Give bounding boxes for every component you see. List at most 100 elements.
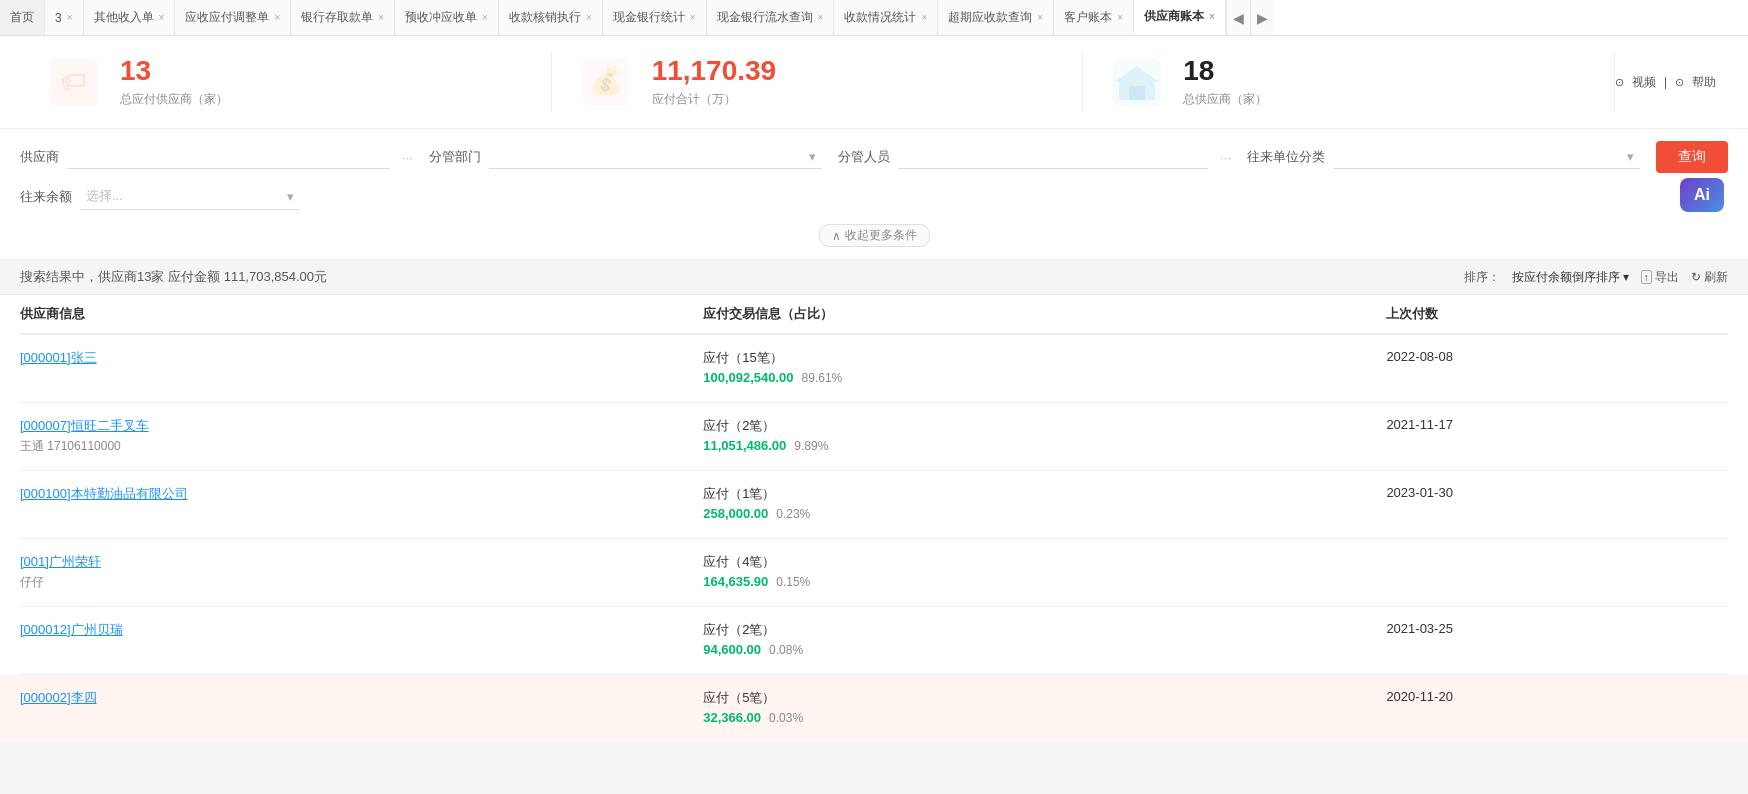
refresh-button[interactable]: ↻ 刷新 — [1691, 269, 1728, 286]
nav-tab-bank-close[interactable]: × — [378, 12, 384, 23]
nav-tab-cash-bank-flow-close[interactable]: × — [818, 12, 824, 23]
tx-amount-4[interactable]: 94,600.00 — [703, 642, 761, 657]
filter-item-balance: 往来余额 选择... ▾ — [20, 183, 300, 210]
video-icon: ⊙ — [1615, 76, 1624, 89]
svg-text:💰: 💰 — [590, 65, 623, 97]
nav-tab-prepay[interactable]: 预收冲应收单 × — [395, 0, 499, 35]
search-button[interactable]: 查询 — [1656, 141, 1728, 173]
tx-amount-2[interactable]: 258,000.00 — [703, 506, 768, 521]
table-row: [001]广州荣轩 仔仔 应付（4笔） 164,635.90 0.15% — [20, 539, 1728, 607]
nav-tab-cash-bank-stat-close[interactable]: × — [690, 12, 696, 23]
tx-percent-3: 0.15% — [776, 575, 810, 589]
nav-tab-supplier-ledger[interactable]: 供应商账本 × — [1134, 0, 1226, 35]
tx-label-2: 应付（1笔） — [703, 485, 775, 503]
nav-tab-home[interactable]: 首页 — [0, 0, 45, 35]
nav-tab-customer-ledger[interactable]: 客户账本 × — [1054, 0, 1134, 35]
nav-prev-arrow[interactable]: ◀ — [1226, 0, 1250, 36]
nav-tab-payment-stat-close[interactable]: × — [921, 12, 927, 23]
nav-tab-other-income-label: 其他收入单 — [94, 9, 154, 26]
nav-tab-supplier-ledger-close[interactable]: × — [1209, 11, 1215, 22]
nav-tab-customer-ledger-close[interactable]: × — [1117, 12, 1123, 23]
nav-tab-other-income[interactable]: 其他收入单 × — [84, 0, 176, 35]
date-cell-1: 2021-11-17 — [1386, 417, 1728, 432]
nav-tab-payment-stat[interactable]: 收款情况统计 × — [834, 0, 938, 35]
help-link[interactable]: 帮助 — [1692, 74, 1716, 91]
nav-next-arrow[interactable]: ▶ — [1250, 0, 1274, 36]
collapse-button[interactable]: ∧ 收起更多条件 — [819, 224, 930, 247]
supplier-cell-3: [001]广州荣轩 仔仔 — [20, 553, 703, 591]
dept-select[interactable]: ▾ — [489, 145, 822, 169]
nav-tab-3[interactable]: 3 × — [45, 0, 84, 35]
summary-label-suppliers: 总供应商（家） — [1183, 91, 1267, 108]
summary-number-payable: 13 — [120, 56, 228, 87]
top-navigation: 首页 3 × 其他收入单 × 应收应付调整单 × 银行存取款单 × 预收冲应收单… — [0, 0, 1748, 36]
nav-tab-3-close[interactable]: × — [67, 12, 73, 23]
supplier-sub-3: 仔仔 — [20, 574, 703, 591]
supplier-link-5[interactable]: [000002]李四 — [20, 689, 703, 707]
nav-tab-ar-ap-adjust-label: 应收应付调整单 — [185, 9, 269, 26]
supplier-link-3[interactable]: [001]广州荣轩 — [20, 553, 703, 571]
date-cell-0: 2022-08-08 — [1386, 349, 1728, 364]
balance-placeholder: 选择... — [86, 187, 123, 205]
person-label: 分管人员 — [838, 148, 890, 166]
refresh-label: 刷新 — [1704, 269, 1728, 286]
nav-tab-customer-ledger-label: 客户账本 — [1064, 9, 1112, 26]
balance-label: 往来余额 — [20, 188, 72, 206]
filter-row-2: 往来余额 选择... ▾ — [20, 183, 1728, 210]
sort-label: 排序： — [1464, 269, 1500, 286]
nav-tab-prepay-label: 预收冲应收单 — [405, 9, 477, 26]
supplier-link-4[interactable]: [000012]广州贝瑞 — [20, 621, 703, 639]
sort-chevron-down-icon: ▾ — [1623, 270, 1629, 284]
date-cell-2: 2023-01-30 — [1386, 485, 1728, 500]
nav-tab-other-income-close[interactable]: × — [159, 12, 165, 23]
nav-tab-ar-ap-adjust-close[interactable]: × — [274, 12, 280, 23]
table-row: [000007]恒旺二手叉车 王通 17106110000 应付（2笔） 11,… — [20, 403, 1728, 471]
summary-card-total-payable: 💰 11,170.39 应付合计（万） — [552, 52, 1084, 112]
category-chevron-down-icon: ▾ — [1627, 149, 1634, 164]
tx-amount-row-0: 100,092,540.00 89.61% — [703, 370, 1386, 385]
tx-row-0: 应付（15笔） — [703, 349, 1386, 367]
supplier-link-2[interactable]: [000100]本特勤油品有限公司 — [20, 485, 703, 503]
tx-amount-3[interactable]: 164,635.90 — [703, 574, 768, 589]
summary-info-total-amount: 11,170.39 应付合计（万） — [652, 56, 777, 108]
nav-tab-overdue[interactable]: 超期应收款查询 × — [938, 0, 1054, 35]
filter-item-supplier: 供应商 ··· — [20, 145, 413, 169]
supplier-link-1[interactable]: [000007]恒旺二手叉车 — [20, 417, 703, 435]
nav-tab-supplier-ledger-label: 供应商账本 — [1144, 8, 1204, 25]
person-dots-icon[interactable]: ··· — [1220, 150, 1231, 165]
summary-info-payable: 13 总应付供应商（家） — [120, 56, 228, 108]
person-input[interactable] — [898, 145, 1208, 169]
nav-tab-cash-bank-stat[interactable]: 现金银行统计 × — [603, 0, 707, 35]
tx-amount-row-4: 94,600.00 0.08% — [703, 642, 1386, 657]
export-icon: ↑ — [1641, 270, 1653, 284]
tx-amount-1[interactable]: 11,051,486.00 — [703, 438, 786, 453]
svg-text:🏷: 🏷 — [61, 66, 87, 96]
dept-label: 分管部门 — [429, 148, 481, 166]
tx-amount-5[interactable]: 32,366.00 — [703, 710, 761, 725]
tx-amount-row-2: 258,000.00 0.23% — [703, 506, 1386, 521]
table-header: 供应商信息 应付交易信息（占比） 上次付数 — [20, 295, 1728, 335]
ai-badge[interactable]: Ai — [1680, 178, 1724, 212]
nav-tab-overdue-close[interactable]: × — [1037, 12, 1043, 23]
tx-cell-1: 应付（2笔） 11,051,486.00 9.89% — [703, 417, 1386, 456]
tx-amount-0[interactable]: 100,092,540.00 — [703, 370, 793, 385]
nav-tab-collection-close[interactable]: × — [586, 12, 592, 23]
nav-tab-ar-ap-adjust[interactable]: 应收应付调整单 × — [175, 0, 291, 35]
category-select[interactable]: ▾ — [1333, 145, 1640, 169]
supplier-dots-icon[interactable]: ··· — [402, 150, 413, 165]
summary-icon-amount: 💰 — [576, 52, 636, 112]
video-link[interactable]: 视频 — [1632, 74, 1656, 91]
supplier-link-0[interactable]: [000001]张三 — [20, 349, 703, 367]
nav-tab-cash-bank-flow[interactable]: 现金银行流水查询 × — [707, 0, 835, 35]
tx-row-2: 应付（1笔） — [703, 485, 1386, 503]
export-button[interactable]: ↑ 导出 — [1641, 269, 1680, 286]
nav-tab-bank[interactable]: 银行存取款单 × — [291, 0, 395, 35]
tx-cell-5: 应付（5笔） 32,366.00 0.03% — [703, 689, 1386, 728]
filter-section: 供应商 ··· 分管部门 ▾ 分管人员 ··· 往来单位分类 ▾ 查询 — [0, 129, 1748, 260]
tx-label-3: 应付（4笔） — [703, 553, 775, 571]
balance-select[interactable]: 选择... ▾ — [80, 183, 300, 210]
nav-tab-collection[interactable]: 收款核销执行 × — [499, 0, 603, 35]
sort-button[interactable]: 按应付余额倒序排序 ▾ — [1512, 269, 1629, 286]
supplier-input[interactable] — [67, 145, 390, 169]
nav-tab-prepay-close[interactable]: × — [482, 12, 488, 23]
